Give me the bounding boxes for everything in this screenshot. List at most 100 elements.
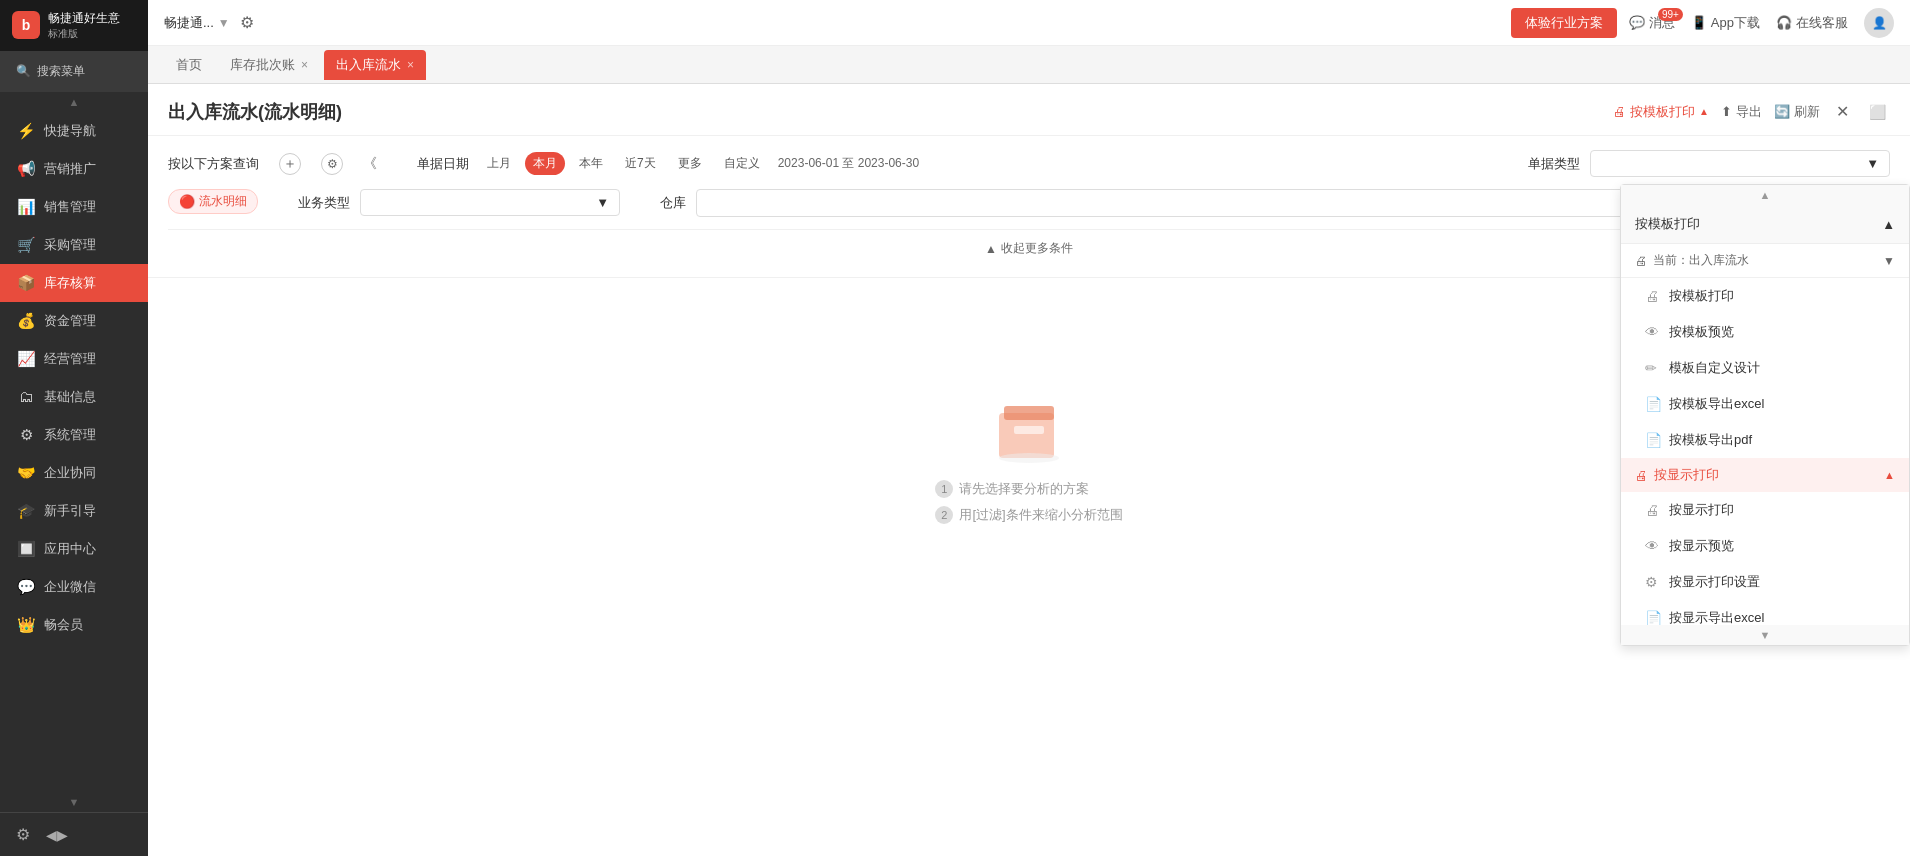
panel-scroll-area: 按模板打印 ▲ 🖨 当前：出入库流水 ▼ 🖨 按模板打印 👁 按模板预览: [1621, 205, 1909, 625]
close-window-button[interactable]: ✕: [1832, 98, 1853, 125]
display-preview-icon: 👁: [1645, 538, 1661, 554]
panel-scroll-up[interactable]: ▲: [1621, 185, 1909, 205]
print-template-button[interactable]: 🖨 按模板打印 ▲: [1613, 103, 1709, 121]
sidebar-item-quick-nav[interactable]: ⚡ 快捷导航: [0, 112, 148, 150]
tab-home[interactable]: 首页: [164, 50, 214, 80]
tab-flow[interactable]: 出入库流水 ×: [324, 50, 426, 80]
maximize-window-button[interactable]: ⬜: [1865, 100, 1890, 124]
tab-batch-account[interactable]: 库存批次账 ×: [218, 50, 320, 80]
template-custom-icon: ✏: [1645, 360, 1661, 376]
date-prev-month-btn[interactable]: 上月: [479, 152, 519, 175]
member-icon: 👑: [16, 616, 36, 634]
batch-account-tab-label: 库存批次账: [230, 56, 295, 74]
sidebar-scroll-up[interactable]: ▲: [0, 92, 148, 112]
receipt-type-select[interactable]: ▼: [1590, 150, 1890, 177]
content-area: 出入库流水(流水明细) 🖨 按模板打印 ▲ ⬆ 导出 🔄 刷新: [148, 84, 1910, 856]
sidebar-item-purchase[interactable]: 🛒 采购管理: [0, 226, 148, 264]
sidebar-item-member[interactable]: 👑 畅会员: [0, 606, 148, 644]
dropdown-item-template-print[interactable]: 🖨 按模板打印: [1621, 278, 1909, 314]
sidebar-item-basic[interactable]: 🗂 基础信息: [0, 378, 148, 416]
sidebar-search-area[interactable]: 🔍 搜索菜单: [0, 51, 148, 92]
date-current-year-btn[interactable]: 本年: [571, 152, 611, 175]
export-label: 导出: [1736, 103, 1762, 121]
date-custom-btn[interactable]: 自定义: [716, 152, 768, 175]
user-avatar[interactable]: 👤: [1864, 8, 1894, 38]
warehouse-label: 仓库: [660, 194, 686, 212]
filter-row-1: 按以下方案查询 ＋ ⚙ 《 单据日期 上月 本月 本年 近7天 更多 自定义: [168, 150, 1890, 177]
username-label: 畅捷通...: [164, 14, 214, 32]
sidebar-item-label: 企业协同: [44, 464, 96, 482]
logo-icon: b: [12, 11, 40, 39]
sidebar-item-system[interactable]: ⚙ 系统管理: [0, 416, 148, 454]
tip-2: 2 用[过滤]条件来缩小分析范围: [935, 506, 1122, 524]
search-menu-button[interactable]: 🔍 搜索菜单: [10, 59, 138, 84]
sidebar-item-weixin[interactable]: 💬 企业微信: [0, 568, 148, 606]
system-icon: ⚙: [16, 426, 36, 444]
dropdown-header-arrow[interactable]: ▲: [1882, 217, 1895, 232]
dropdown-item-template-export-pdf[interactable]: 📄 按模板导出pdf: [1621, 422, 1909, 458]
date-more-btn[interactable]: 更多: [670, 152, 710, 175]
sidebar-item-finance[interactable]: 💰 资金管理: [0, 302, 148, 340]
app-download-icon: 📱: [1691, 15, 1707, 30]
messages-button[interactable]: 💬 消息 99+: [1629, 14, 1675, 32]
template-custom-label: 模板自定义设计: [1669, 359, 1760, 377]
dropdown-item-display-print[interactable]: 🖨 按显示打印: [1621, 492, 1909, 528]
tab-bar: 首页 库存批次账 × 出入库流水 ×: [148, 46, 1910, 84]
print-template-arrow[interactable]: ▲: [1699, 106, 1709, 117]
trial-button[interactable]: 体验行业方案: [1511, 8, 1617, 38]
sidebar-item-label: 快捷导航: [44, 122, 96, 140]
logo-text-area: 畅捷通好生意 标准版: [48, 10, 120, 41]
dropdown-item-display-preview[interactable]: 👁 按显示预览: [1621, 528, 1909, 564]
template-preview-icon: 👁: [1645, 324, 1661, 340]
search-menu-label: 搜索菜单: [37, 63, 85, 80]
sidebar-item-label: 应用中心: [44, 540, 96, 558]
tip-1: 1 请先选择要分析的方案: [935, 480, 1122, 498]
dropdown-item-display-print-settings[interactable]: ⚙ 按显示打印设置: [1621, 564, 1909, 600]
filter-config-button[interactable]: ⚙: [321, 153, 343, 175]
export-button[interactable]: ⬆ 导出: [1721, 103, 1762, 121]
dropdown-item-template-export-excel[interactable]: 📄 按模板导出excel: [1621, 386, 1909, 422]
header-settings-icon[interactable]: ⚙: [240, 13, 254, 32]
business-type-dropdown-icon: ▼: [596, 195, 609, 210]
sidebar-item-sales[interactable]: 📊 销售管理: [0, 188, 148, 226]
dropdown-header: 按模板打印 ▲: [1621, 205, 1909, 244]
filter-add-button[interactable]: ＋: [279, 153, 301, 175]
display-settings-icon: ⚙: [1645, 574, 1661, 590]
dropdown-item-template-custom[interactable]: ✏ 模板自定义设计: [1621, 350, 1909, 386]
refresh-button[interactable]: 🔄 刷新: [1774, 103, 1820, 121]
sidebar-item-guide[interactable]: 🎓 新手引导: [0, 492, 148, 530]
online-service-button[interactable]: 🎧 在线客服: [1776, 14, 1848, 32]
filter-collapse-icon[interactable]: 《: [363, 155, 377, 173]
sidebar-item-marketing[interactable]: 📢 营销推广: [0, 150, 148, 188]
date-current-month-btn[interactable]: 本月: [525, 152, 565, 175]
business-type-select[interactable]: ▼: [360, 189, 620, 216]
tip-2-number: 2: [935, 506, 953, 524]
sidebar-item-label: 基础信息: [44, 388, 96, 406]
tab-close-batch-account[interactable]: ×: [301, 58, 308, 72]
sidebar-item-app-center[interactable]: 🔲 应用中心: [0, 530, 148, 568]
template-print-label: 按模板打印: [1669, 287, 1734, 305]
settings-icon[interactable]: ⚙: [16, 825, 30, 844]
current-arrow[interactable]: ▼: [1883, 254, 1895, 268]
sidebar-item-label: 库存核算: [44, 274, 96, 292]
cooperation-icon: 🤝: [16, 464, 36, 482]
receipt-type-dropdown-icon: ▼: [1866, 156, 1879, 171]
collapse-sidebar-icon[interactable]: ◀▶: [46, 827, 68, 843]
sidebar-item-cooperation[interactable]: 🤝 企业协同: [0, 454, 148, 492]
app-download-button[interactable]: 📱 App下载: [1691, 14, 1760, 32]
filter-tag-label: 流水明细: [199, 193, 247, 210]
panel-scroll-down[interactable]: ▼: [1621, 625, 1909, 645]
display-print-section-header[interactable]: 🖨 按显示打印 ▲: [1621, 458, 1909, 492]
dropdown-item-template-preview[interactable]: 👁 按模板预览: [1621, 314, 1909, 350]
sidebar-scroll-down[interactable]: ▼: [0, 792, 148, 812]
printer-small-icon: 🖨: [1635, 254, 1647, 268]
dropdown-item-display-export-excel[interactable]: 📄 按显示导出excel: [1621, 600, 1909, 625]
date-recent-7-btn[interactable]: 近7天: [617, 152, 664, 175]
sidebar-item-operations[interactable]: 📈 经营管理: [0, 340, 148, 378]
user-dropdown-icon[interactable]: ▼: [218, 16, 230, 30]
refresh-icon: 🔄: [1774, 104, 1790, 119]
sidebar-item-inventory[interactable]: 📦 库存核算: [0, 264, 148, 302]
online-service-icon: 🎧: [1776, 15, 1792, 30]
sidebar-item-label: 销售管理: [44, 198, 96, 216]
tab-close-flow[interactable]: ×: [407, 58, 414, 72]
